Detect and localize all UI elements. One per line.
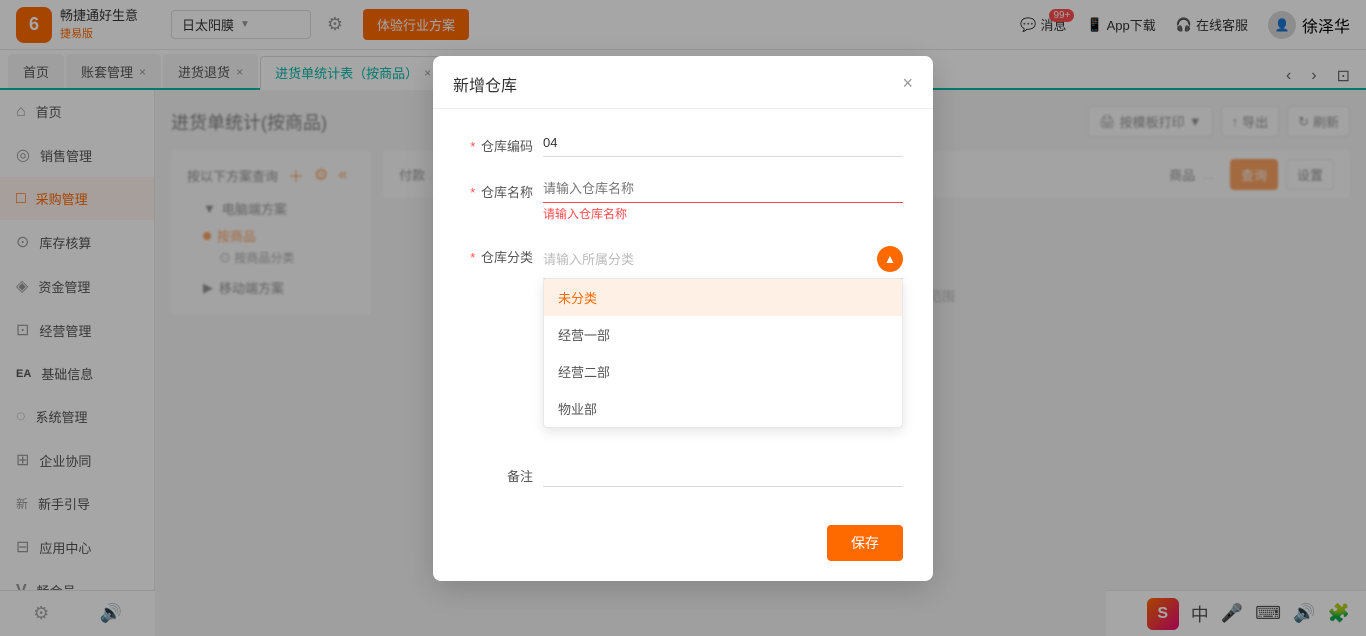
dropdown-item-dept2[interactable]: 经营二部 [544,353,902,390]
dropdown-item-dept3[interactable]: 物业部 [544,390,902,427]
category-label: * 仓库分类 [463,240,533,266]
dialog-footer: 保存 [433,525,933,561]
category-dropdown: 未分类 经营一部 经营二部 物业部 [543,278,903,428]
add-warehouse-dialog: 新增仓库 × * 仓库编码 * 仓库名称 [433,56,933,581]
remark-label: 备注 [463,459,533,485]
name-required-mark: * [470,185,475,200]
save-button[interactable]: 保存 [827,525,903,561]
form-row-remark: 备注 [463,459,903,487]
name-field-wrapper: 请输入仓库名称 [543,175,903,222]
remark-field-wrapper [543,459,903,487]
code-field-wrapper [543,129,903,157]
select-up-arrow-icon: ▲ [877,246,903,272]
remark-input[interactable] [543,459,903,487]
category-select[interactable]: 请输入所属分类 ▲ [543,240,903,279]
form-row-code: * 仓库编码 [463,129,903,157]
code-required-mark: * [470,139,475,154]
form-row-category: * 仓库分类 请输入所属分类 ▲ 未分类 经营一部 经营二部 物业部 [463,240,903,279]
dropdown-item-none[interactable]: 未分类 [544,279,902,316]
code-input[interactable] [543,129,903,157]
code-label: * 仓库编码 [463,129,533,155]
category-field-wrapper: 请输入所属分类 ▲ 未分类 经营一部 经营二部 物业部 [543,240,903,279]
form-row-name: * 仓库名称 请输入仓库名称 [463,175,903,222]
dropdown-item-dept1[interactable]: 经营一部 [544,316,902,353]
name-label: * 仓库名称 [463,175,533,201]
dialog-header: 新增仓库 × [433,56,933,109]
dialog-body: * 仓库编码 * 仓库名称 请输入仓库名称 [433,109,933,525]
name-input[interactable] [543,175,903,203]
dialog-title: 新增仓库 [453,72,517,96]
category-placeholder: 请输入所属分类 [543,249,634,268]
modal-overlay: 新增仓库 × * 仓库编码 * 仓库名称 [0,0,1366,636]
cat-required-mark: * [470,250,475,265]
dialog-close-icon[interactable]: × [902,73,913,94]
name-error-tip: 请输入仓库名称 [543,205,903,222]
